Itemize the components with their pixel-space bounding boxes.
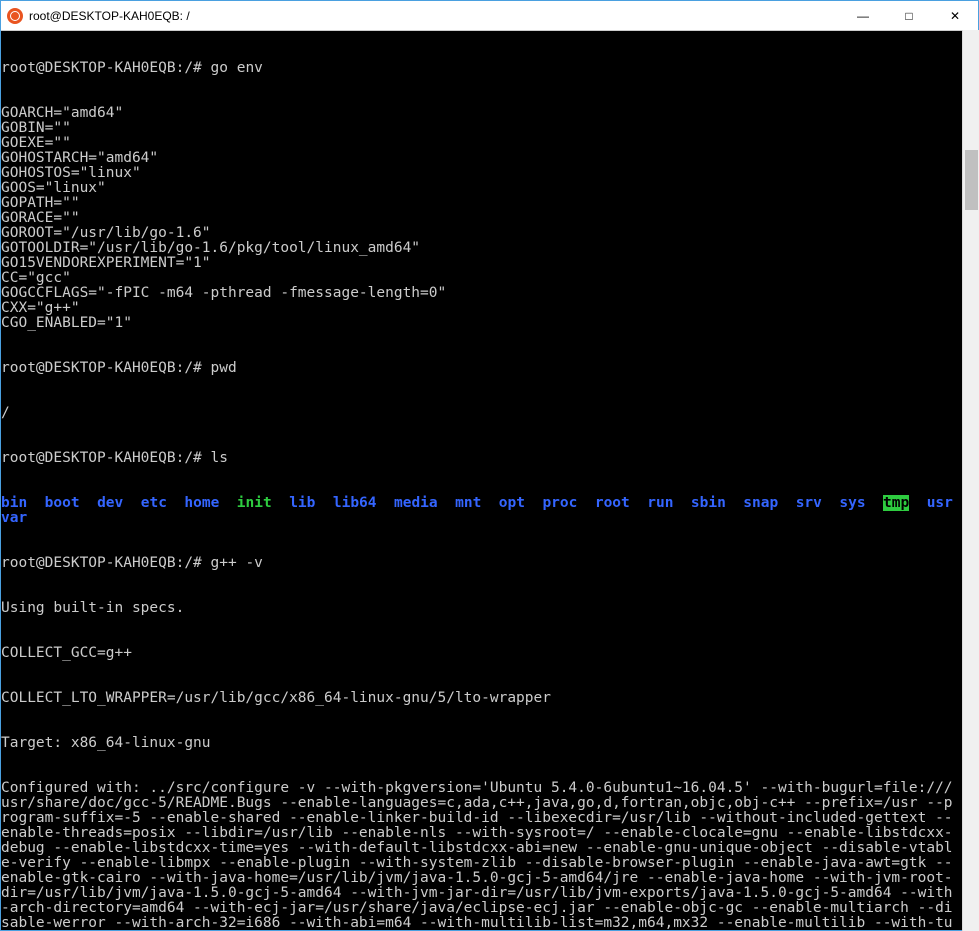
ls-entry-usr: usr	[927, 495, 953, 511]
minimize-button[interactable]: —	[840, 1, 886, 31]
ls-entry-media: media	[394, 495, 438, 511]
gpp-collect: COLLECT_GCC=g++	[1, 646, 961, 661]
goenv-line: GO15VENDOREXPERIMENT="1"	[1, 256, 961, 271]
gpp-specs: Using built-in specs.	[1, 601, 961, 616]
ls-entry-sys: sys	[839, 495, 865, 511]
ls-entry-mnt: mnt	[455, 495, 481, 511]
gpp-configured: Configured with: ../src/configure -v --w…	[1, 781, 961, 930]
goenv-line: GORACE=""	[1, 211, 961, 226]
goenv-line: GOBIN=""	[1, 121, 961, 136]
goenv-line: GOHOSTOS="linux"	[1, 166, 961, 181]
ls-output: bin boot dev etc home init lib lib64 med…	[1, 496, 961, 526]
titlebar[interactable]: root@DESKTOP-KAH0EQB: / — □ ✕	[1, 1, 978, 31]
terminal-window: root@DESKTOP-KAH0EQB: / — □ ✕ root@DESKT…	[0, 0, 979, 931]
prompt: root@DESKTOP-KAH0EQB:/#	[1, 60, 202, 76]
prompt: root@DESKTOP-KAH0EQB:/#	[1, 360, 202, 376]
pwd-output: /	[1, 406, 961, 421]
maximize-button[interactable]: □	[886, 1, 932, 31]
goenv-line: GOPATH=""	[1, 196, 961, 211]
vertical-scrollbar[interactable]	[962, 30, 979, 931]
ls-entry-boot: boot	[45, 495, 80, 511]
close-button[interactable]: ✕	[932, 1, 978, 31]
prompt: root@DESKTOP-KAH0EQB:/#	[1, 450, 202, 466]
ubuntu-icon	[7, 8, 23, 24]
goenv-line: GOGCCFLAGS="-fPIC -m64 -pthread -fmessag…	[1, 286, 961, 301]
ls-entry-sbin: sbin	[691, 495, 726, 511]
ls-entry-bin: bin	[1, 495, 27, 511]
gpp-target: Target: x86_64-linux-gnu	[1, 736, 961, 751]
goenv-line: GOHOSTARCH="amd64"	[1, 151, 961, 166]
cmd-pwd: pwd	[211, 360, 237, 376]
ls-entry-var: var	[1, 510, 27, 526]
goenv-line: GOROOT="/usr/lib/go-1.6"	[1, 226, 961, 241]
goenv-line: CC="gcc"	[1, 271, 961, 286]
ls-entry-dev: dev	[97, 495, 123, 511]
goenv-line: GOTOOLDIR="/usr/lib/go-1.6/pkg/tool/linu…	[1, 241, 961, 256]
terminal-body[interactable]: root@DESKTOP-KAH0EQB:/# go env GOARCH="a…	[1, 31, 978, 930]
ls-entry-root: root	[595, 495, 630, 511]
ls-entry-init: init	[237, 495, 272, 511]
cmd-gpp: g++ -v	[211, 555, 263, 571]
ls-entry-lib: lib	[289, 495, 315, 511]
goenv-line: GOOS="linux"	[1, 181, 961, 196]
gpp-lto: COLLECT_LTO_WRAPPER=/usr/lib/gcc/x86_64-…	[1, 691, 961, 706]
cmd-goenv: go env	[211, 60, 263, 76]
ls-entry-etc: etc	[141, 495, 167, 511]
goenv-line: GOARCH="amd64"	[1, 106, 961, 121]
ls-entry-srv: srv	[796, 495, 822, 511]
ls-entry-home: home	[184, 495, 219, 511]
cmd-ls: ls	[211, 450, 228, 466]
ls-entry-lib64: lib64	[333, 495, 377, 511]
prompt: root@DESKTOP-KAH0EQB:/#	[1, 555, 202, 571]
ls-entry-tmp: tmp	[883, 495, 909, 511]
goenv-line: CGO_ENABLED="1"	[1, 316, 961, 331]
ls-entry-proc: proc	[542, 495, 577, 511]
ls-entry-snap: snap	[743, 495, 778, 511]
goenv-line: CXX="g++"	[1, 301, 961, 316]
ls-entry-opt: opt	[499, 495, 525, 511]
window-title: root@DESKTOP-KAH0EQB: /	[29, 9, 840, 23]
goenv-line: GOEXE=""	[1, 136, 961, 151]
ls-entry-run: run	[647, 495, 673, 511]
